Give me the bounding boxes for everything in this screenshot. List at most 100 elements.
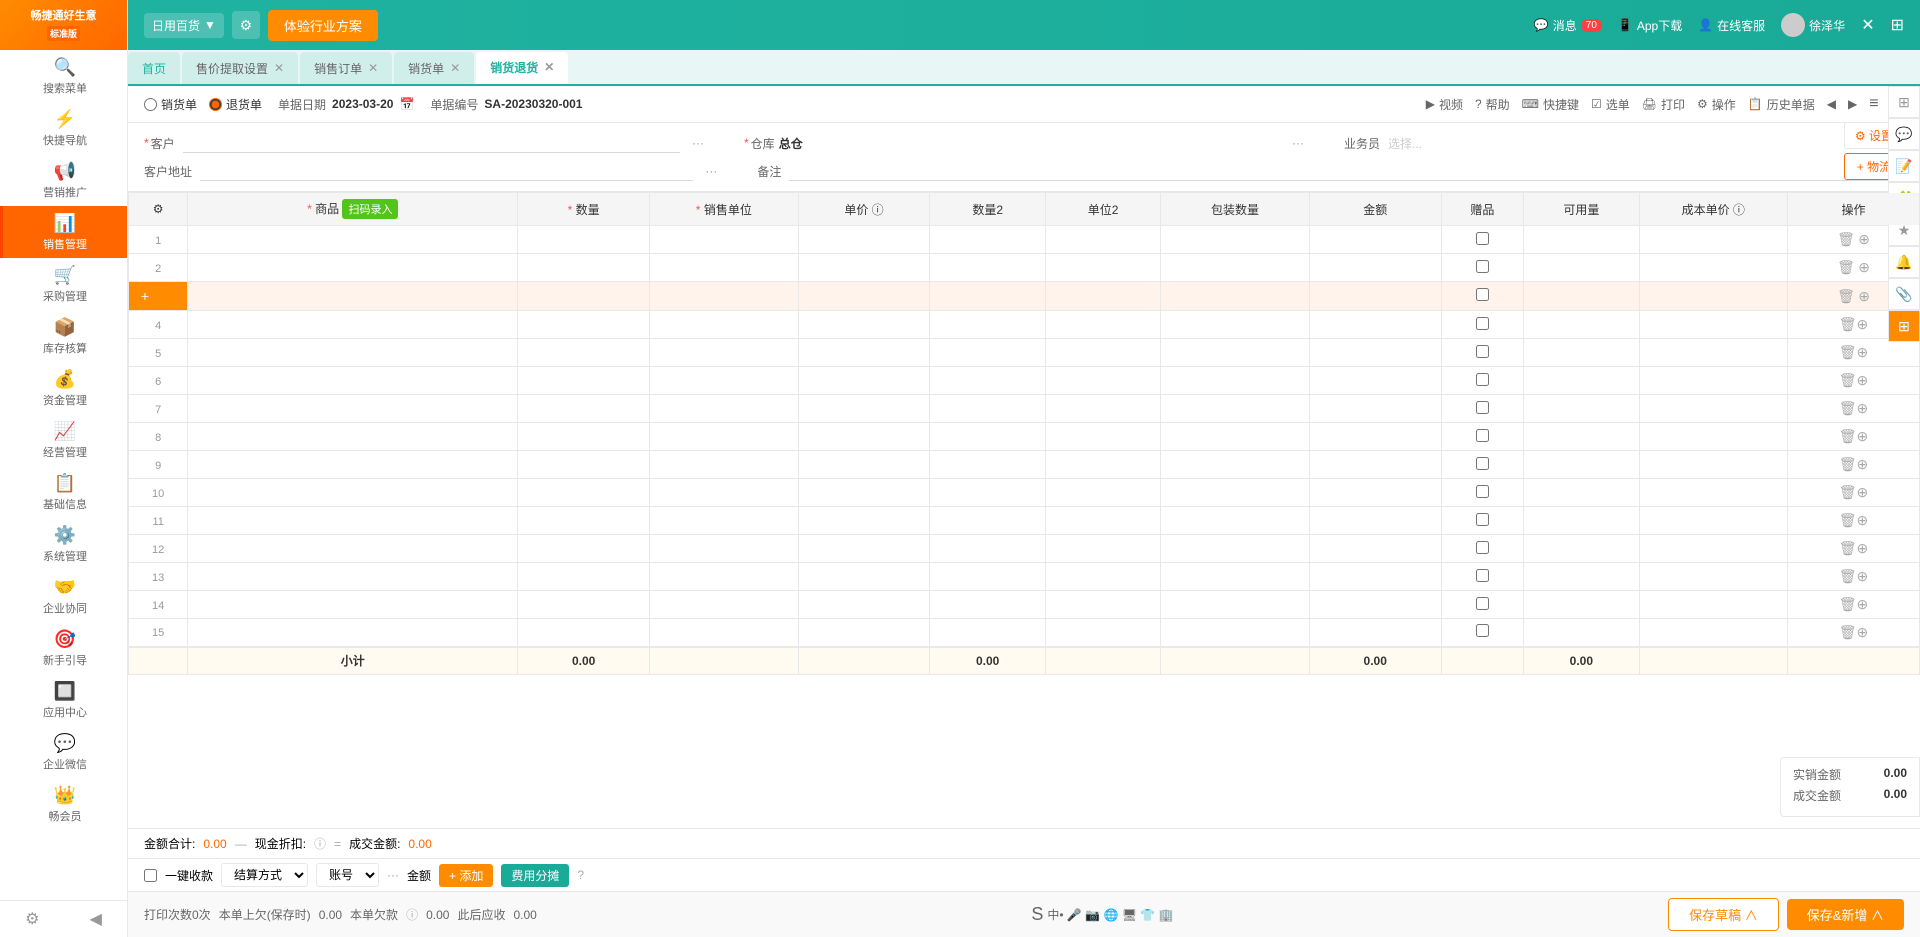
row-4-copy[interactable]: ⊕ [1857,316,1869,333]
shortcut-btn[interactable]: ⌨ 快捷键 [1522,96,1579,113]
row-1-gift[interactable] [1441,226,1523,254]
row-1-price[interactable] [798,226,930,254]
row-2-cost[interactable] [1639,254,1787,282]
sales-radio[interactable] [144,98,157,111]
right-icon-clip[interactable]: 📎 [1888,278,1920,310]
sidebar-item-wechat[interactable]: 💬 企业微信 [0,726,127,778]
row-1-available[interactable] [1524,226,1639,254]
row-11-delete[interactable]: 🗑 [1839,512,1857,529]
settlement-select[interactable]: 结算方式 [221,863,308,887]
sidebar-item-purchase[interactable]: 🛒 采购管理 [0,258,127,310]
return-radio-label[interactable]: 退货单 [209,96,262,113]
row-2-unit2[interactable] [1045,254,1160,282]
row-5-delete[interactable]: 🗑 [1839,344,1857,361]
row-1-unit2[interactable] [1045,226,1160,254]
nav-prev-btn[interactable]: ◀ [1827,97,1836,111]
tab-price-setting[interactable]: 售价提取设置 ✕ [182,52,298,84]
row-4-delete[interactable]: 🗑 [1839,316,1857,333]
one-click-checkbox[interactable] [144,869,157,882]
save-new-btn[interactable]: 保存&新增 ∧ [1787,899,1904,930]
current-owe-icon[interactable]: ⓘ [406,906,418,923]
row-2-pack[interactable] [1161,254,1309,282]
right-icon-chat[interactable]: 💬 [1888,118,1920,150]
print-btn[interactable]: 🖨 打印 [1642,96,1685,113]
right-icon-grid[interactable]: ⊞ [1888,86,1920,118]
row-15-copy[interactable]: ⊕ [1857,624,1869,641]
row-3-product[interactable] [188,282,518,311]
sidebar-item-inventory[interactable]: 📦 库存核算 [0,310,127,362]
row-2-amount[interactable] [1309,254,1441,282]
row-3-qty2[interactable] [930,282,1045,311]
experience-btn[interactable]: 体验行业方案 [268,10,378,41]
sidebar-item-enterprise[interactable]: 🤝 企业协同 [0,570,127,622]
row-10-gift-check[interactable] [1476,485,1489,498]
row-3-product-input[interactable] [194,289,511,303]
row-3-unit2[interactable] [1045,282,1160,311]
add-payment-btn[interactable]: + 添加 [439,864,493,887]
row-3-copy-btn[interactable]: ⊕ [1858,288,1870,305]
row-12-gift-check[interactable] [1476,541,1489,554]
row-3-delete-btn[interactable]: 🗑 [1837,288,1855,305]
row-2-price[interactable] [798,254,930,282]
row-4-gift-check[interactable] [1476,317,1489,330]
row-8-copy[interactable]: ⊕ [1857,428,1869,445]
row-8-gift-check[interactable] [1476,429,1489,442]
sidebar-item-guide[interactable]: 🎯 新手引导 [0,622,127,674]
row-9-gift-check[interactable] [1476,457,1489,470]
user-profile-btn[interactable]: 徐泽华 [1781,13,1845,37]
save-draft-btn[interactable]: 保存草稿 ∧ [1668,898,1779,931]
add-row-btn[interactable]: + [135,286,155,306]
row-3-price[interactable] [798,282,930,311]
category-select[interactable]: 日用百货 ▼ [144,13,224,38]
right-icon-orange[interactable]: ⊞ [1888,310,1920,342]
sidebar-item-operation[interactable]: 📈 经营管理 [0,414,127,466]
message-btn[interactable]: 💬 消息 70 [1534,17,1602,34]
view-list-btn[interactable]: ≡ [1869,95,1878,113]
customer-dots[interactable]: ··· [692,136,704,150]
sidebar-item-marketing[interactable]: 📢 营销推广 [0,154,127,206]
account-select[interactable]: 账号 [316,863,379,887]
row-13-delete[interactable]: 🗑 [1839,568,1857,585]
row-1-pack[interactable] [1161,226,1309,254]
row-11-copy[interactable]: ⊕ [1857,512,1869,529]
sidebar-item-finance[interactable]: 💰 资金管理 [0,362,127,414]
row-2-unit[interactable] [650,254,798,282]
fee-btn[interactable]: 费用分摊 [501,864,569,887]
operation-btn[interactable]: ⚙ 操作 [1697,96,1736,113]
tab-sales-return[interactable]: 销货退货 ✕ [476,52,568,84]
row-1-unit[interactable] [650,226,798,254]
fee-help-icon[interactable]: ? [577,868,584,882]
row-2-gift[interactable] [1441,254,1523,282]
row-14-copy[interactable]: ⊕ [1857,596,1869,613]
salesperson-placeholder[interactable]: 选择... [1388,135,1634,152]
row-3-available[interactable] [1524,282,1639,311]
sidebar-item-member[interactable]: 👑 畅会员 [0,778,127,830]
row-7-gift-check[interactable] [1476,401,1489,414]
row-2-copy-btn[interactable]: ⊕ [1858,259,1870,276]
sidebar-collapse-btn[interactable]: ◀ [90,909,102,929]
topbar-gear-btn[interactable]: ⚙ [232,11,260,39]
topbar-maximize-btn[interactable]: ⊞ [1891,15,1904,35]
row-7-delete[interactable]: 🗑 [1839,400,1857,417]
row-14-gift-check[interactable] [1476,597,1489,610]
tab-sales-delivery-close[interactable]: ✕ [450,61,460,75]
row-11-gift-check[interactable] [1476,513,1489,526]
sales-radio-label[interactable]: 销货单 [144,96,197,113]
row-9-copy[interactable]: ⊕ [1857,456,1869,473]
sidebar-item-basic[interactable]: 📋 基础信息 [0,466,127,518]
row-3-amount[interactable] [1309,282,1441,311]
row-1-amount[interactable] [1309,226,1441,254]
tab-sales-return-close[interactable]: ✕ [544,60,554,74]
tab-sales-order-close[interactable]: ✕ [368,61,378,75]
sidebar-item-search[interactable]: 🔍 搜索菜单 [0,50,127,102]
help-btn[interactable]: ? 帮助 [1475,96,1510,113]
row-1-copy-btn[interactable]: ⊕ [1858,231,1870,248]
nav-next-btn[interactable]: ▶ [1848,97,1857,111]
row-3-cost[interactable] [1639,282,1787,311]
row-3-quantity[interactable] [518,282,650,311]
tab-home[interactable]: 首页 [128,52,180,84]
sidebar-item-apps[interactable]: 🔲 应用中心 [0,674,127,726]
video-btn[interactable]: ▶ 视频 [1426,96,1463,113]
row-12-copy[interactable]: ⊕ [1857,540,1869,557]
app-download-btn[interactable]: 📱 App下载 [1618,17,1682,34]
